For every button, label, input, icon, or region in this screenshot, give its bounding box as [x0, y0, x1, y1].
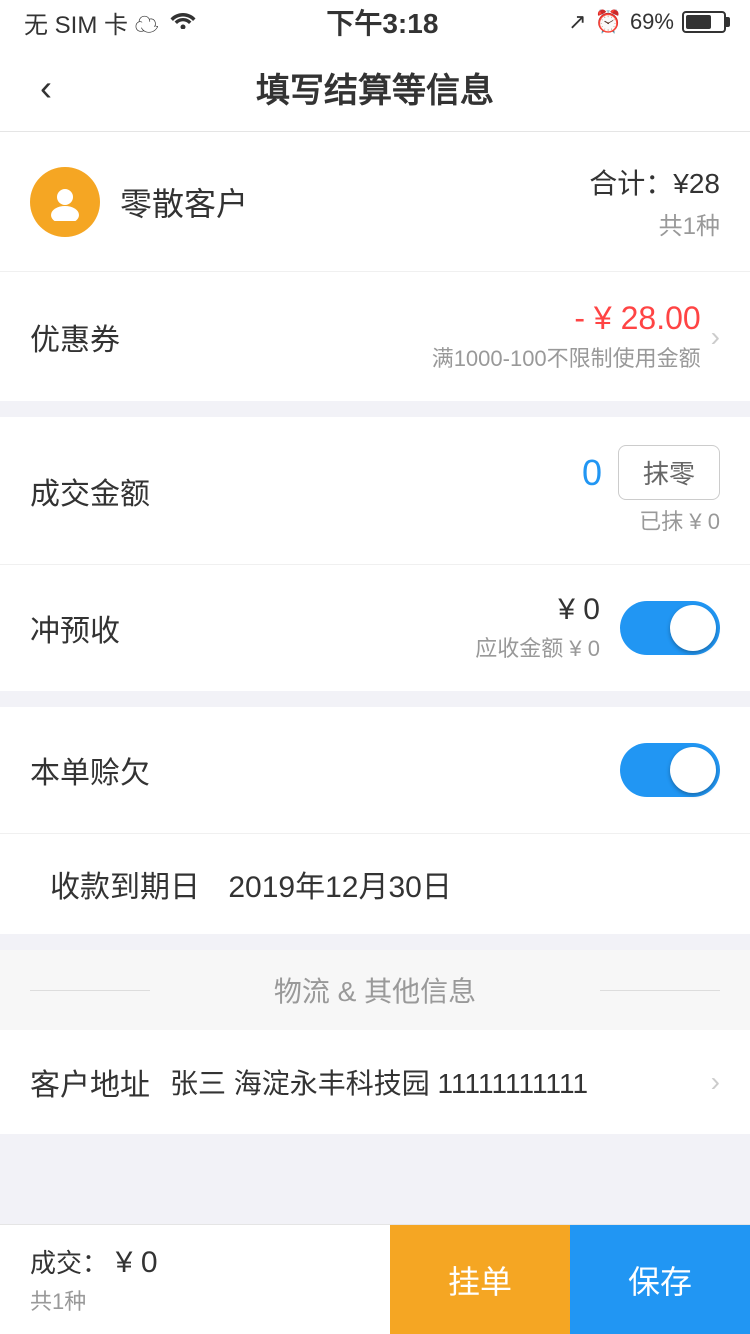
coupon-right: - ¥ 28.00 满1000-100不限制使用金额 ›	[432, 300, 720, 373]
battery-percent: 69%	[630, 9, 674, 35]
bottom-count: 共1种	[30, 1284, 360, 1316]
coupon-desc: 满1000-100不限制使用金额	[432, 341, 701, 373]
coupon-label: 优惠券	[30, 315, 120, 359]
customer-right: 合计：¥28 共1种	[589, 162, 720, 241]
debt-toggle[interactable]	[620, 743, 720, 797]
amount-row: 成交金额 0 抹零 已抹 ¥ 0	[0, 417, 750, 564]
prereceive-sub: 应收金额 ¥ 0	[475, 631, 600, 663]
battery-icon	[682, 9, 726, 35]
deal-amount-label: 成交金额	[30, 469, 150, 513]
bottom-deal-amount: ¥ 0	[116, 1246, 158, 1279]
debt-toggle-knob	[670, 747, 716, 793]
content-area: 零散客户 合计：¥28 共1种 优惠券 - ¥ 28.00 满1000-100不…	[0, 132, 750, 1270]
deal-amount-value: 0	[582, 452, 602, 494]
nav-bar: ‹ 填写结算等信息	[0, 44, 750, 132]
amount-right: 0 抹零	[582, 445, 720, 500]
address-row[interactable]: 客户地址 张三 海淀永丰科技园 11111111111 ›	[0, 1030, 750, 1134]
status-time: 下午3:18	[326, 2, 438, 42]
coupon-row[interactable]: 优惠券 - ¥ 28.00 满1000-100不限制使用金额 ›	[0, 271, 750, 401]
bottom-info: 成交： ¥ 0 共1种	[0, 1243, 390, 1316]
prereceive-amount: ¥ 0	[475, 593, 600, 627]
sim-indicator: 无 SIM 卡 ☁	[24, 5, 159, 40]
duedate-row: 收款到期日 2019年12月30日	[0, 833, 750, 934]
customer-name: 零散客户	[120, 179, 248, 225]
bottom-deal-row: 成交： ¥ 0	[30, 1243, 360, 1280]
prereceive-row: 冲预收 ¥ 0 应收金额 ¥ 0	[0, 564, 750, 691]
logistics-label: 物流 & 其他信息	[274, 970, 476, 1010]
bottom-deal-label: 成交：	[30, 1248, 108, 1278]
toggle-knob	[670, 605, 716, 651]
logistics-card: 物流 & 其他信息 客户地址 张三 海淀永丰科技园 11111111111 ›	[0, 950, 750, 1134]
location-icon: ↗	[568, 9, 586, 35]
save-button[interactable]: 保存	[570, 1225, 750, 1334]
duedate-value: 2019年12月30日	[228, 871, 451, 904]
prereceive-toggle[interactable]	[620, 601, 720, 655]
logistics-header: 物流 & 其他信息	[0, 950, 750, 1030]
deal-amount-card: 成交金额 0 抹零 已抹 ¥ 0 冲预收 ¥ 0 应收金额 ¥ 0	[0, 417, 750, 691]
customer-left: 零散客户	[30, 167, 248, 237]
duedate-label: 收款到期日	[50, 871, 200, 904]
debt-label: 本单赊欠	[30, 748, 150, 792]
debt-card: 本单赊欠 收款到期日 2019年12月30日	[0, 707, 750, 934]
status-bar: 无 SIM 卡 ☁ 下午3:18 ↗ ⏰ 69%	[0, 0, 750, 44]
customer-row: 零散客户 合计：¥28 共1种	[0, 132, 750, 271]
item-count: 共1种	[589, 206, 720, 241]
round-button[interactable]: 抹零	[618, 445, 720, 500]
prereceive-right: ¥ 0 应收金额 ¥ 0	[475, 593, 720, 663]
chevron-right-icon: ›	[711, 321, 720, 353]
prereceive-label: 冲预收	[30, 606, 120, 650]
rounded-label: 已抹 ¥ 0	[582, 504, 720, 536]
debt-row: 本单赊欠	[0, 707, 750, 833]
address-label: 客户地址	[30, 1060, 150, 1104]
status-left: 无 SIM 卡 ☁	[24, 5, 197, 40]
total-amount: 合计：¥28	[589, 162, 720, 202]
address-value: 张三 海淀永丰科技园 11111111111	[170, 1062, 711, 1102]
alarm-icon: ⏰	[595, 9, 622, 35]
back-button[interactable]: ‹	[30, 57, 62, 119]
page-title: 填写结算等信息	[256, 63, 494, 112]
prereceive-values: ¥ 0 应收金额 ¥ 0	[475, 593, 600, 663]
avatar	[30, 167, 100, 237]
status-right: ↗ ⏰ 69%	[568, 9, 726, 35]
pending-button[interactable]: 挂单	[390, 1225, 570, 1334]
bottom-bar: 成交： ¥ 0 共1种 挂单 保存	[0, 1224, 750, 1334]
address-chevron-icon: ›	[711, 1066, 720, 1098]
coupon-discount: - ¥ 28.00	[432, 300, 701, 337]
wifi-icon	[169, 8, 197, 36]
customer-card: 零散客户 合计：¥28 共1种 优惠券 - ¥ 28.00 满1000-100不…	[0, 132, 750, 401]
